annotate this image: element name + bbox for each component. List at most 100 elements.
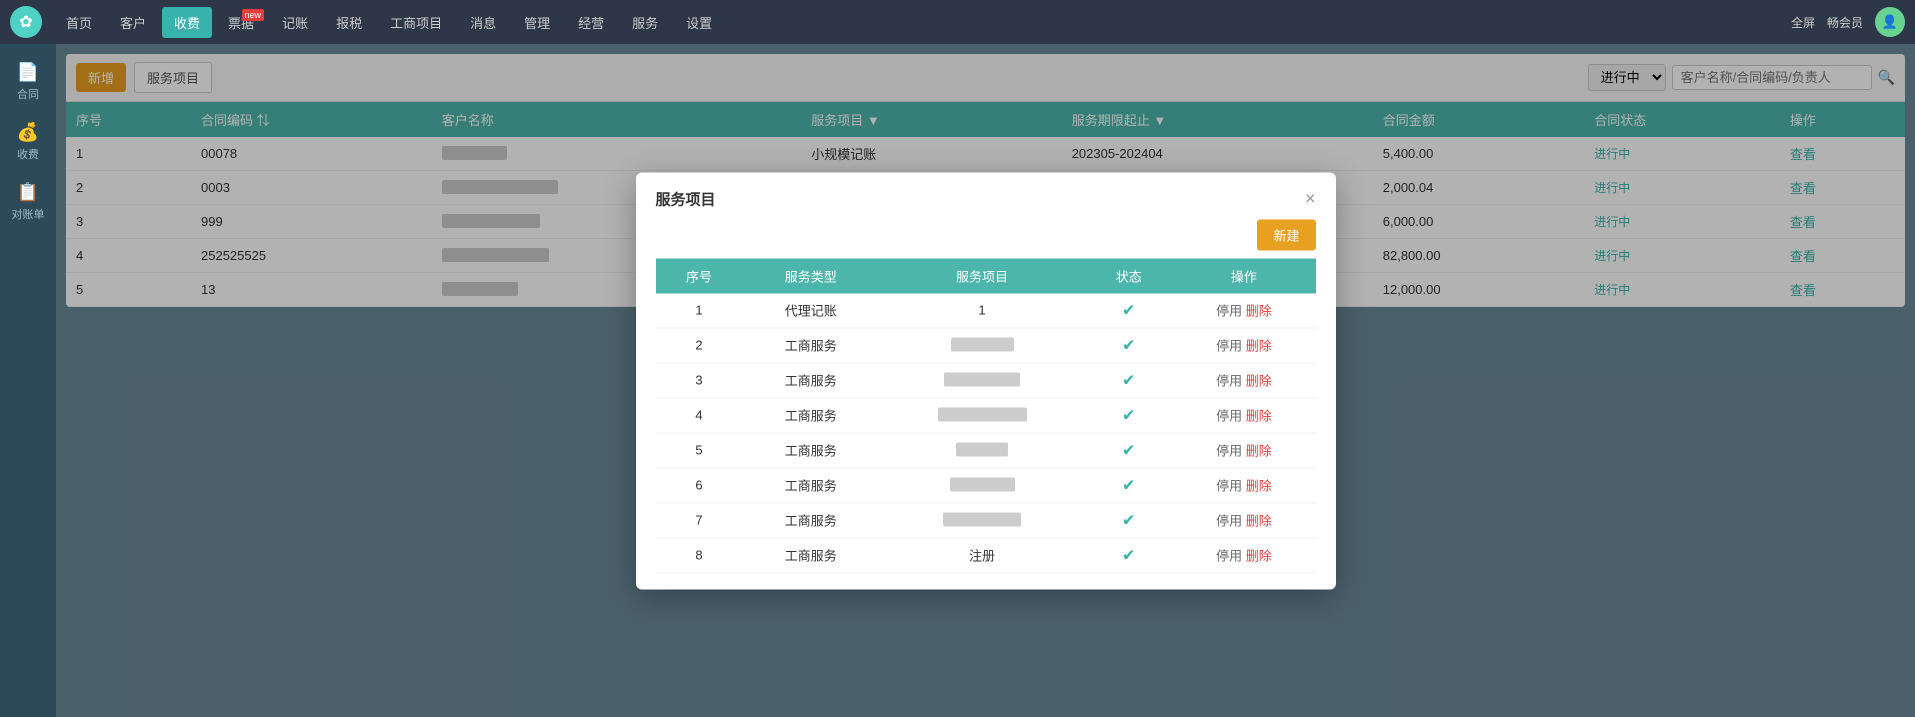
modal-cell-no: 8 [656, 538, 743, 573]
modal-cell-no: 7 [656, 503, 743, 538]
modal-cell-no: 1 [656, 293, 743, 328]
nav-manage[interactable]: 管理 [512, 7, 562, 38]
modal-cell-type: 工商服务 [743, 538, 879, 573]
service-items-modal: 服务项目 × 新建 序号 服务类型 服务项目 状态 [636, 172, 1336, 589]
stop-button[interactable]: 停用 [1216, 371, 1242, 390]
service-items-table: 序号 服务类型 服务项目 状态 操作 1 代理记账 1 ✔ 停用 删除 [656, 258, 1316, 573]
modal-body: 新建 序号 服务类型 服务项目 状态 操作 [636, 209, 1336, 589]
avatar[interactable]: 👤 [1875, 7, 1905, 37]
list-item: 5 工商服务 ✔ 停用 删除 [656, 433, 1316, 468]
modal-cell-type: 工商服务 [743, 328, 879, 363]
modal-col-status: 状态 [1085, 258, 1172, 293]
modal-cell-no: 2 [656, 328, 743, 363]
modal-cell-status: ✔ [1085, 363, 1172, 398]
stop-button[interactable]: 停用 [1216, 476, 1242, 495]
delete-button[interactable]: 删除 [1246, 301, 1272, 320]
status-check-icon: ✔ [1122, 442, 1135, 459]
modal-col-action: 操作 [1172, 258, 1315, 293]
member-btn[interactable]: 畅会员 [1827, 14, 1863, 31]
nav-tax[interactable]: 报税 [324, 7, 374, 38]
modal-title: 服务项目 [656, 188, 716, 209]
list-item: 7 工商服务 ✔ 停用 删除 [656, 503, 1316, 538]
sidebar-item-reconciliation[interactable]: 📋 对账单 [3, 174, 53, 230]
list-item: 3 工商服务 ✔ 停用 删除 [656, 363, 1316, 398]
nav-customer[interactable]: 客户 [108, 7, 158, 38]
modal-cell-type: 工商服务 [743, 468, 879, 503]
modal-cell-action: 停用 删除 [1172, 293, 1315, 328]
nav-operation[interactable]: 经营 [566, 7, 616, 38]
modal-cell-project [879, 328, 1085, 363]
sidebar-label-billing: 收费 [17, 146, 39, 162]
modal-cell-project [879, 503, 1085, 538]
list-item: 8 工商服务 注册 ✔ 停用 删除 [656, 538, 1316, 573]
billing-icon: 💰 [17, 122, 39, 143]
nav-home[interactable]: 首页 [54, 7, 104, 38]
modal-table-wrap[interactable]: 序号 服务类型 服务项目 状态 操作 1 代理记账 1 ✔ 停用 删除 [656, 258, 1316, 573]
main-layout: 📄 合同 💰 收费 📋 对账单 新增 服务项目 进行中 已完成 全部 [0, 44, 1915, 717]
modal-cell-status: ✔ [1085, 538, 1172, 573]
modal-cell-project: 1 [879, 293, 1085, 328]
nav-settings[interactable]: 设置 [674, 7, 724, 38]
nav-invoice[interactable]: 票据 new [216, 7, 266, 38]
status-check-icon: ✔ [1122, 407, 1135, 424]
modal-close-button[interactable]: × [1305, 188, 1316, 209]
delete-button[interactable]: 删除 [1246, 336, 1272, 355]
sidebar-item-contract[interactable]: 📄 合同 [3, 54, 53, 110]
modal-new-button[interactable]: 新建 [1257, 219, 1315, 250]
nav-bookkeeping[interactable]: 记账 [270, 7, 320, 38]
nav-billing[interactable]: 收费 [162, 7, 212, 38]
delete-button[interactable]: 删除 [1246, 441, 1272, 460]
delete-button[interactable]: 删除 [1246, 546, 1272, 565]
modal-cell-no: 4 [656, 398, 743, 433]
modal-col-type: 服务类型 [743, 258, 879, 293]
modal-toolbar: 新建 [656, 219, 1316, 250]
modal-cell-action: 停用 删除 [1172, 328, 1315, 363]
modal-cell-action: 停用 删除 [1172, 433, 1315, 468]
stop-button[interactable]: 停用 [1216, 406, 1242, 425]
delete-button[interactable]: 删除 [1246, 476, 1272, 495]
modal-cell-action: 停用 删除 [1172, 363, 1315, 398]
list-item: 6 工商服务 ✔ 停用 删除 [656, 468, 1316, 503]
delete-button[interactable]: 删除 [1246, 406, 1272, 425]
modal-cell-no: 6 [656, 468, 743, 503]
modal-cell-action: 停用 删除 [1172, 398, 1315, 433]
list-item: 2 工商服务 ✔ 停用 删除 [656, 328, 1316, 363]
stop-button[interactable]: 停用 [1216, 546, 1242, 565]
status-check-icon: ✔ [1122, 547, 1135, 564]
sidebar-label-contract: 合同 [17, 86, 39, 102]
delete-button[interactable]: 删除 [1246, 511, 1272, 530]
delete-button[interactable]: 删除 [1246, 371, 1272, 390]
top-nav: ✿ 首页 客户 收费 票据 new 记账 报税 工商项目 消息 管理 经营 服务… [0, 0, 1915, 44]
stop-button[interactable]: 停用 [1216, 511, 1242, 530]
nav-service[interactable]: 服务 [620, 7, 670, 38]
modal-cell-status: ✔ [1085, 293, 1172, 328]
modal-col-no: 序号 [656, 258, 743, 293]
modal-cell-type: 代理记账 [743, 293, 879, 328]
sidebar-item-billing[interactable]: 💰 收费 [3, 114, 53, 170]
modal-cell-status: ✔ [1085, 433, 1172, 468]
stop-button[interactable]: 停用 [1216, 301, 1242, 320]
modal-cell-status: ✔ [1085, 468, 1172, 503]
list-item: 1 代理记账 1 ✔ 停用 删除 [656, 293, 1316, 328]
modal-cell-status: ✔ [1085, 398, 1172, 433]
new-badge: new [242, 9, 265, 21]
status-check-icon: ✔ [1122, 512, 1135, 529]
modal-cell-status: ✔ [1085, 328, 1172, 363]
fullscreen-btn[interactable]: 全屏 [1791, 14, 1815, 31]
status-check-icon: ✔ [1122, 477, 1135, 494]
modal-cell-project [879, 433, 1085, 468]
modal-cell-no: 5 [656, 433, 743, 468]
modal-cell-type: 工商服务 [743, 433, 879, 468]
stop-button[interactable]: 停用 [1216, 336, 1242, 355]
reconciliation-icon: 📋 [17, 182, 39, 203]
modal-cell-status: ✔ [1085, 503, 1172, 538]
sidebar: 📄 合同 💰 收费 📋 对账单 [0, 44, 56, 717]
modal-cell-action: 停用 删除 [1172, 538, 1315, 573]
logo-icon: ✿ [10, 6, 42, 38]
modal-cell-action: 停用 删除 [1172, 468, 1315, 503]
stop-button[interactable]: 停用 [1216, 441, 1242, 460]
nav-message[interactable]: 消息 [458, 7, 508, 38]
modal-header: 服务项目 × [636, 172, 1336, 209]
modal-cell-project [879, 363, 1085, 398]
nav-industry[interactable]: 工商项目 [378, 7, 454, 38]
